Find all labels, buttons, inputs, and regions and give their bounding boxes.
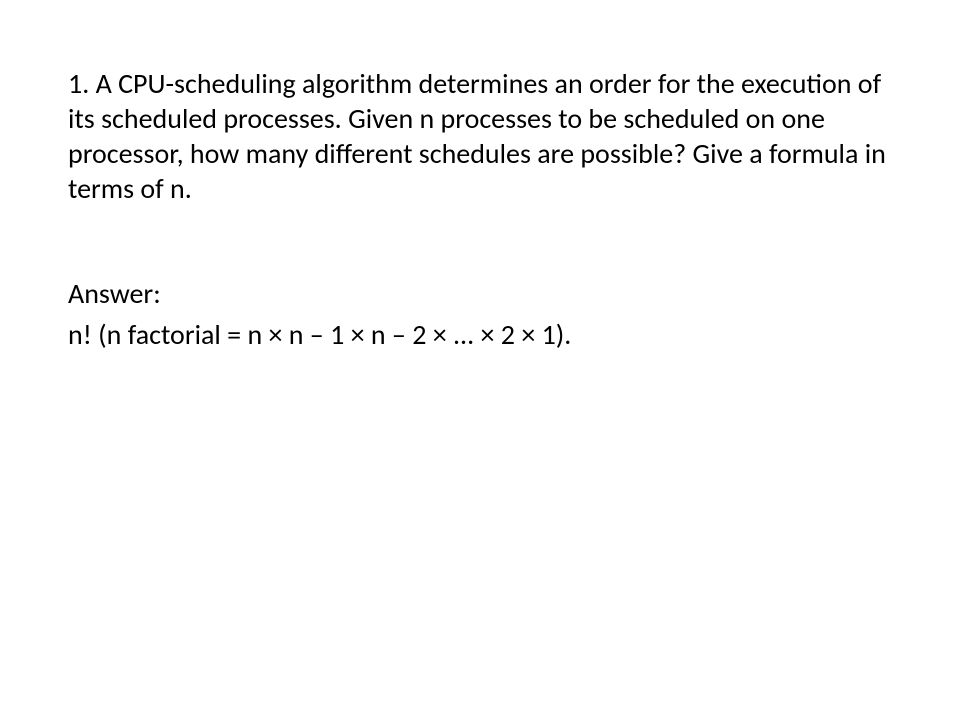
question-text: 1. A CPU-scheduling algorithm determines…	[68, 66, 892, 206]
answer-label: Answer:	[68, 276, 892, 311]
answer-text: n! (n factorial = n × n – 1 × n – 2 × ..…	[68, 317, 892, 352]
